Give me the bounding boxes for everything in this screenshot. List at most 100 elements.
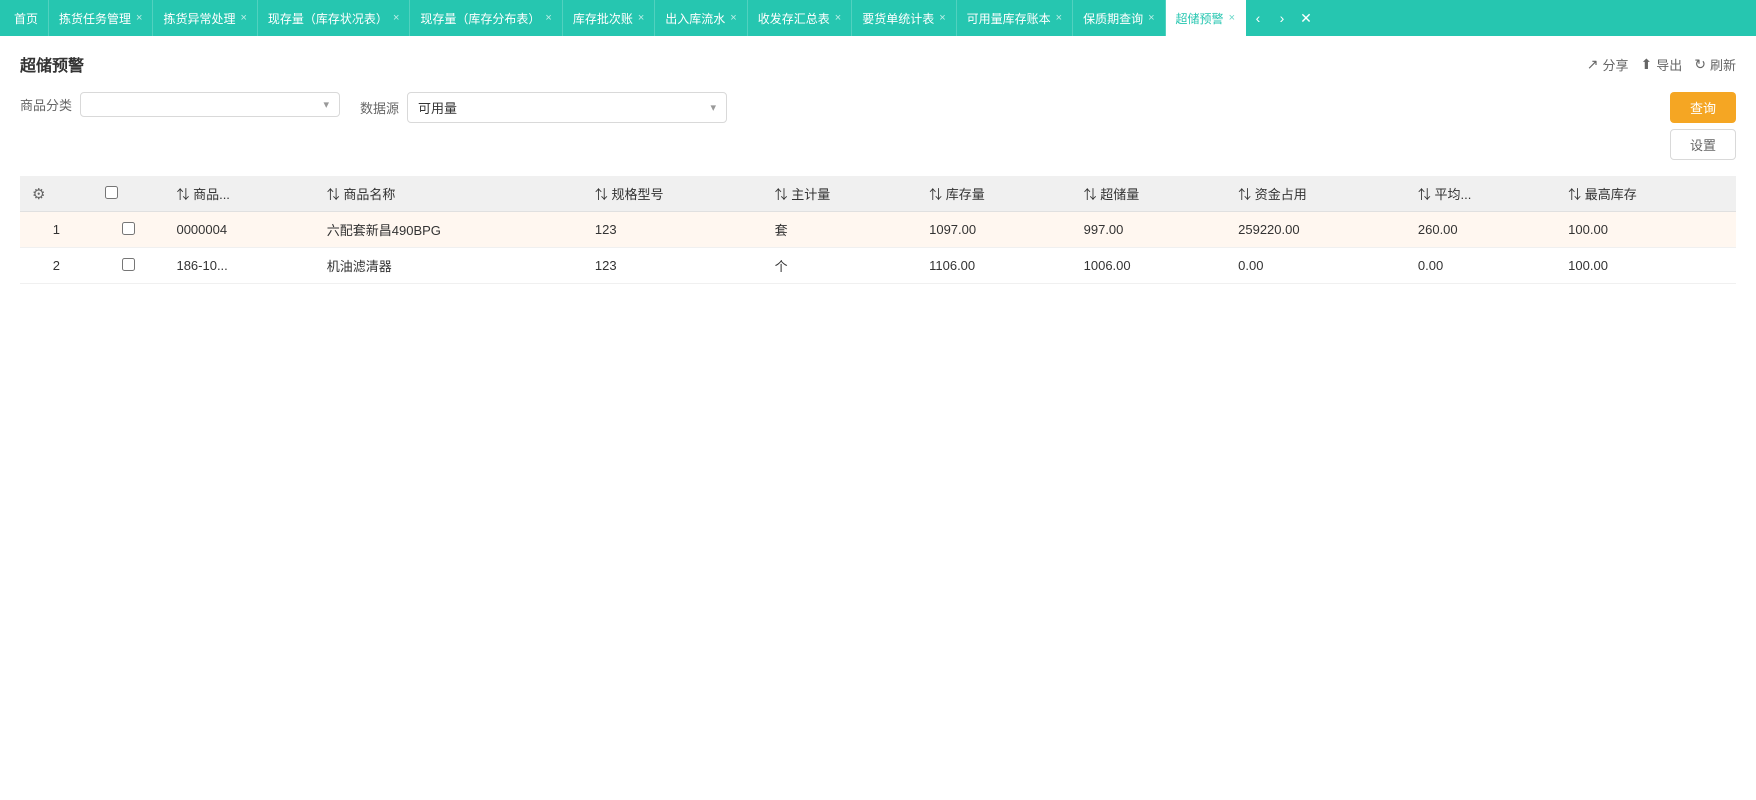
query-button[interactable]: 查询: [1670, 92, 1736, 123]
row-select-checkbox-1[interactable]: [122, 222, 135, 235]
tab-batch-account[interactable]: 库存批次账 ×: [563, 0, 655, 36]
tab-order-stats-label: 要货单统计表: [862, 10, 934, 27]
th-max-inventory[interactable]: ⇅ 最高库存: [1556, 176, 1736, 212]
tab-collect-summary-close[interactable]: ×: [835, 12, 841, 24]
tab-order-stats[interactable]: 要货单统计表 ×: [852, 0, 956, 36]
th-product-code[interactable]: ⇅ 商品...: [164, 176, 314, 212]
tab-inventory-dist-label: 现存量（库存分布表）: [420, 10, 540, 27]
cell-product-name-1: 六配套新昌490BPG: [315, 212, 583, 248]
cell-product-name-2: 机油滤清器: [315, 248, 583, 284]
tab-task-mgmt-close[interactable]: ×: [136, 12, 142, 24]
cell-capital-2: 0.00: [1226, 248, 1406, 284]
row-num-1: 1: [20, 212, 93, 248]
cell-unit-2: 个: [763, 248, 918, 284]
cell-overstock-1: 997.00: [1072, 212, 1227, 248]
th-spec[interactable]: ⇅ 规格型号: [583, 176, 763, 212]
cell-inventory-1: 1097.00: [917, 212, 1072, 248]
th-gear: ⚙: [20, 176, 93, 212]
tab-abnormal-label: 拣货异常处理: [163, 10, 235, 27]
tab-abnormal[interactable]: 拣货异常处理 ×: [153, 0, 257, 36]
datasource-label: 数据源: [360, 98, 399, 117]
tab-inout-flow-close[interactable]: ×: [730, 12, 736, 24]
tab-order-stats-close[interactable]: ×: [939, 12, 945, 24]
datasource-select-text: 可用量: [418, 98, 710, 117]
export-icon: ⬆: [1641, 56, 1653, 73]
tab-inventory-dist[interactable]: 现存量（库存分布表） ×: [410, 0, 562, 36]
th-capital[interactable]: ⇅ 资金占用: [1226, 176, 1406, 212]
tab-task-mgmt-label: 拣货任务管理: [59, 10, 131, 27]
gear-settings-icon[interactable]: ⚙: [32, 186, 45, 203]
tab-batch-account-label: 库存批次账: [573, 10, 633, 27]
datasource-select[interactable]: 可用量 ▾: [407, 92, 727, 123]
cell-overstock-2: 1006.00: [1072, 248, 1227, 284]
category-label: 商品分类: [20, 95, 72, 114]
topbar: 首页 拣货任务管理 × 拣货异常处理 × 现存量（库存状况表） × 现存量（库存…: [0, 0, 1756, 36]
th-avg[interactable]: ⇅ 平均...: [1406, 176, 1556, 212]
category-filter-item: 商品分类 ▾: [20, 92, 340, 117]
cell-capital-1: 259220.00: [1226, 212, 1406, 248]
category-chevron-icon: ▾: [323, 98, 329, 111]
nav-prev-btn[interactable]: ‹: [1246, 0, 1270, 36]
data-table: ⚙ ⇅ 商品... ⇅ 商品名称 ⇅ 规格型号 ⇅ 主计量 ⇅: [20, 176, 1736, 284]
tab-home-label: 首页: [14, 10, 38, 27]
datasource-filter-item: 数据源 可用量 ▾: [360, 92, 727, 123]
tab-overstock-warning-close[interactable]: ×: [1229, 12, 1235, 24]
tab-inventory-status-close[interactable]: ×: [393, 12, 399, 24]
page-header: 超储预警 ↗ 分享 ⬆ 导出 ↻ 刷新: [20, 52, 1736, 76]
tab-inout-flow-label: 出入库流水: [665, 10, 725, 27]
nav-close-btn[interactable]: ✕: [1294, 0, 1318, 36]
export-label: 导出: [1656, 55, 1682, 74]
cell-product-code-1: 0000004: [164, 212, 314, 248]
share-button[interactable]: ↗ 分享: [1587, 55, 1629, 74]
tab-task-mgmt[interactable]: 拣货任务管理 ×: [49, 0, 153, 36]
table-row: 1 0000004 六配套新昌490BPG 123 套 1097.00 997.…: [20, 212, 1736, 248]
th-inventory[interactable]: ⇅ 库存量: [917, 176, 1072, 212]
tab-inventory-status[interactable]: 现存量（库存状况表） ×: [258, 0, 410, 36]
tab-available-account-label: 可用量库存账本: [967, 10, 1051, 27]
th-avg-label: ⇅ 平均...: [1418, 187, 1471, 202]
tab-overstock-warning[interactable]: 超储预警 ×: [1166, 0, 1246, 36]
category-select[interactable]: ▾: [80, 92, 340, 117]
export-button[interactable]: ⬆ 导出: [1641, 55, 1683, 74]
tab-abnormal-close[interactable]: ×: [240, 12, 246, 24]
row-select-checkbox-2[interactable]: [122, 258, 135, 271]
tab-collect-summary-label: 收发存汇总表: [758, 10, 830, 27]
tab-available-account[interactable]: 可用量库存账本 ×: [957, 0, 1073, 36]
tab-available-account-close[interactable]: ×: [1056, 12, 1062, 24]
select-all-checkbox[interactable]: [105, 186, 118, 199]
cell-avg-1: 260.00: [1406, 212, 1556, 248]
nav-next-btn[interactable]: ›: [1270, 0, 1294, 36]
tab-overstock-warning-label: 超储预警: [1176, 10, 1224, 27]
th-product-name[interactable]: ⇅ 商品名称: [315, 176, 583, 212]
tab-quality-period-label: 保质期查询: [1083, 10, 1143, 27]
th-overstock[interactable]: ⇅ 超储量: [1072, 176, 1227, 212]
th-inventory-label: ⇅ 库存量: [929, 187, 985, 202]
tab-collect-summary[interactable]: 收发存汇总表 ×: [748, 0, 852, 36]
th-overstock-label: ⇅ 超储量: [1084, 187, 1140, 202]
tab-home[interactable]: 首页: [4, 0, 49, 36]
cell-avg-2: 0.00: [1406, 248, 1556, 284]
datasource-chevron-icon: ▾: [711, 101, 717, 114]
settings-button[interactable]: 设置: [1670, 129, 1736, 160]
table-header-row: ⚙ ⇅ 商品... ⇅ 商品名称 ⇅ 规格型号 ⇅ 主计量 ⇅: [20, 176, 1736, 212]
cell-max-inventory-1: 100.00: [1556, 212, 1736, 248]
refresh-label: 刷新: [1710, 55, 1736, 74]
tab-quality-period[interactable]: 保质期查询 ×: [1073, 0, 1165, 36]
th-max-inventory-label: ⇅ 最高库存: [1568, 187, 1637, 202]
page-title: 超储预警: [20, 52, 84, 76]
cell-product-code-2: 186-10...: [164, 248, 314, 284]
cell-spec-2: 123: [583, 248, 763, 284]
filter-section: 商品分类 ▾ 数据源 可用量 ▾ 查询 设置: [20, 92, 1736, 160]
tab-inventory-status-label: 现存量（库存状况表）: [268, 10, 388, 27]
tab-quality-period-close[interactable]: ×: [1148, 12, 1154, 24]
th-unit-label: ⇅ 主计量: [775, 187, 831, 202]
tab-inout-flow[interactable]: 出入库流水 ×: [655, 0, 747, 36]
row-checkbox-1: [93, 212, 165, 248]
tab-inventory-dist-close[interactable]: ×: [545, 12, 551, 24]
share-label: 分享: [1602, 55, 1628, 74]
th-checkbox: [93, 176, 165, 212]
tab-batch-account-close[interactable]: ×: [638, 12, 644, 24]
th-unit[interactable]: ⇅ 主计量: [763, 176, 918, 212]
header-actions: ↗ 分享 ⬆ 导出 ↻ 刷新: [1587, 55, 1736, 74]
refresh-button[interactable]: ↻ 刷新: [1694, 55, 1736, 74]
